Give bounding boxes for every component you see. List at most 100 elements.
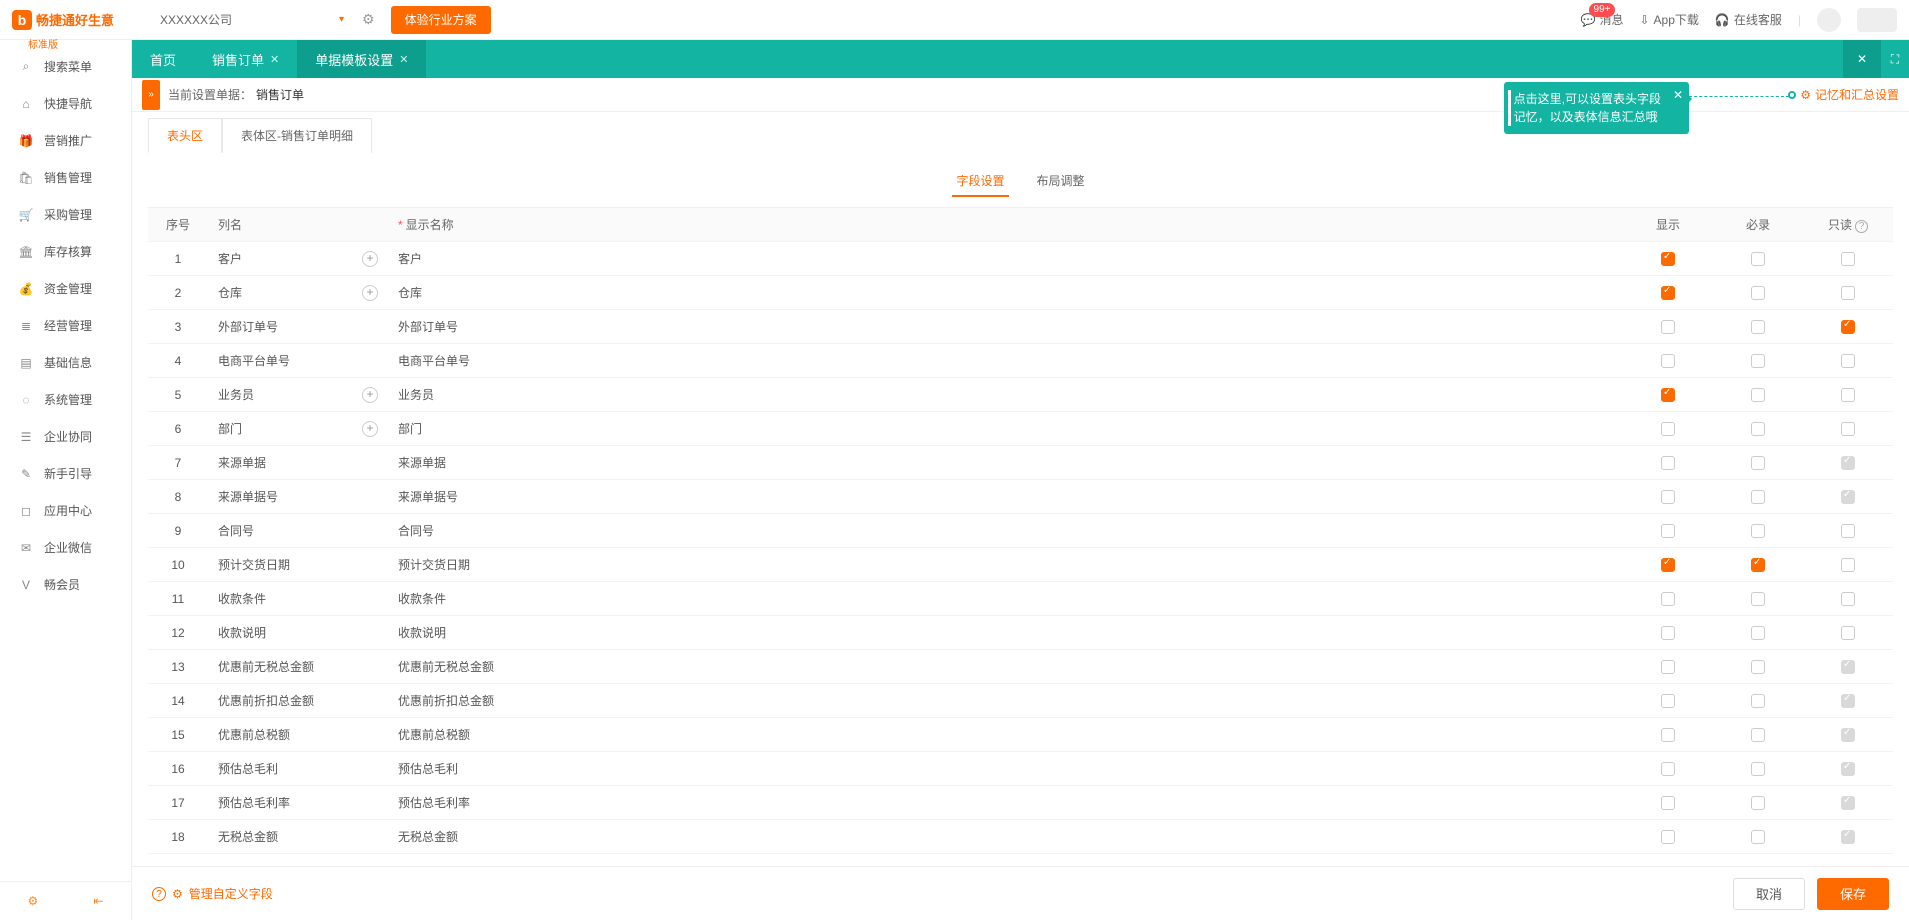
checkbox[interactable] [1661,626,1675,640]
sidebar-item[interactable]: ◌系统管理 [0,381,131,418]
manage-custom-fields[interactable]: ? ⚙ 管理自定义字段 [152,885,273,902]
sidebar-item[interactable]: 🏛库存核算 [0,233,131,270]
cell-display[interactable]: 来源单据号 [388,480,1623,514]
checkbox[interactable] [1751,490,1765,504]
add-icon[interactable]: + [362,421,378,437]
tip-close-icon[interactable]: ✕ [1673,86,1683,104]
checkbox[interactable] [1751,626,1765,640]
sidebar-item[interactable]: V畅会员 [0,566,131,603]
checkbox[interactable] [1751,728,1765,742]
sidebar-item[interactable]: ▤基础信息 [0,344,131,381]
close-all-tabs[interactable]: ✕ [1843,40,1881,78]
checkbox[interactable] [1661,660,1675,674]
cell-display[interactable]: 业务员 [388,378,1623,412]
cell-display[interactable]: 仓库 [388,276,1623,310]
cell-display[interactable]: 优惠前总税额 [388,718,1623,752]
checkbox[interactable] [1661,286,1675,300]
sidebar-item[interactable]: 🛒采购管理 [0,196,131,233]
tab[interactable]: 单据模板设置✕ [297,40,426,78]
checkbox[interactable] [1841,592,1855,606]
checkbox[interactable] [1751,796,1765,810]
cell-display[interactable]: 预估总毛利率 [388,786,1623,820]
sidebar-item[interactable]: ⌕搜索菜单 [0,48,131,85]
online-service-link[interactable]: 🎧 在线客服 [1715,11,1782,28]
checkbox[interactable] [1661,524,1675,538]
cell-display[interactable]: 外部订单号 [388,310,1623,344]
settings-icon[interactable]: ⚙ [28,894,39,908]
cell-display[interactable]: 来源单据 [388,446,1623,480]
trial-button[interactable]: 体验行业方案 [391,6,491,34]
cell-display[interactable]: 客户 [388,242,1623,276]
app-download-link[interactable]: ⇩ App下载 [1639,11,1698,28]
checkbox[interactable] [1751,252,1765,266]
checkbox[interactable] [1751,592,1765,606]
cell-display[interactable]: 部门 [388,412,1623,446]
company-select[interactable]: XXXXXX公司 ▾ [152,6,352,34]
gear-icon[interactable]: ⚙ [362,11,375,28]
checkbox[interactable] [1841,422,1855,436]
checkbox[interactable] [1751,558,1765,572]
sidebar-item[interactable]: ✉企业微信 [0,529,131,566]
checkbox[interactable] [1841,252,1855,266]
sidebar-item[interactable]: ◻应用中心 [0,492,131,529]
checkbox[interactable] [1751,422,1765,436]
checkbox[interactable] [1661,592,1675,606]
checkbox[interactable] [1841,626,1855,640]
checkbox[interactable] [1661,456,1675,470]
checkbox[interactable] [1751,830,1765,844]
checkbox[interactable] [1841,524,1855,538]
checkbox[interactable] [1751,762,1765,776]
tab-close-icon[interactable]: ✕ [399,53,408,66]
cell-display[interactable]: 电商平台单号 [388,344,1623,378]
checkbox[interactable] [1751,524,1765,538]
checkbox[interactable] [1841,286,1855,300]
checkbox[interactable] [1661,694,1675,708]
checkbox[interactable] [1751,660,1765,674]
checkbox[interactable] [1661,728,1675,742]
expand-icon[interactable]: ⛶ [1881,40,1909,78]
cancel-button[interactable]: 取消 [1733,878,1805,910]
checkbox[interactable] [1661,422,1675,436]
checkbox[interactable] [1751,286,1765,300]
collapse-panel-icon[interactable]: » [142,80,160,110]
checkbox[interactable] [1751,694,1765,708]
save-button[interactable]: 保存 [1817,878,1889,910]
checkbox[interactable] [1661,796,1675,810]
cell-display[interactable]: 预估总毛利 [388,752,1623,786]
tab-close-icon[interactable]: ✕ [270,53,279,66]
memory-settings-link[interactable]: ⚙ 记忆和汇总设置 [1788,86,1899,103]
checkbox[interactable] [1751,456,1765,470]
checkbox[interactable] [1751,354,1765,368]
checkbox[interactable] [1841,354,1855,368]
checkbox[interactable] [1661,252,1675,266]
tab[interactable]: 首页 [132,40,194,78]
sidebar-item[interactable]: ≣经营管理 [0,307,131,344]
cell-display[interactable]: 收款说明 [388,616,1623,650]
cell-display[interactable]: 预计交货日期 [388,548,1623,582]
sidebar-item[interactable]: 💰资金管理 [0,270,131,307]
avatar[interactable] [1817,8,1841,32]
checkbox[interactable] [1661,388,1675,402]
cell-display[interactable]: 优惠前无税总金额 [388,650,1623,684]
tab-header-area[interactable]: 表头区 [148,118,222,153]
add-icon[interactable]: + [362,387,378,403]
checkbox[interactable] [1751,320,1765,334]
sidebar-item[interactable]: ☰企业协同 [0,418,131,455]
sidebar-item[interactable]: ✎新手引导 [0,455,131,492]
checkbox[interactable] [1661,558,1675,572]
sidebar-item[interactable]: 🛍销售管理 [0,159,131,196]
checkbox[interactable] [1661,830,1675,844]
checkbox[interactable] [1661,490,1675,504]
user-menu[interactable] [1857,8,1897,32]
add-icon[interactable]: + [362,285,378,301]
checkbox[interactable] [1751,388,1765,402]
tab-body-area[interactable]: 表体区-销售订单明细 [222,118,372,153]
checkbox[interactable] [1841,388,1855,402]
tab-layout[interactable]: 布局调整 [1033,166,1089,197]
checkbox[interactable] [1841,320,1855,334]
checkbox[interactable] [1841,558,1855,572]
tab[interactable]: 销售订单✕ [194,40,297,78]
help-icon[interactable]: ? [1855,220,1868,233]
cell-display[interactable]: 优惠前折扣总金额 [388,684,1623,718]
checkbox[interactable] [1661,762,1675,776]
